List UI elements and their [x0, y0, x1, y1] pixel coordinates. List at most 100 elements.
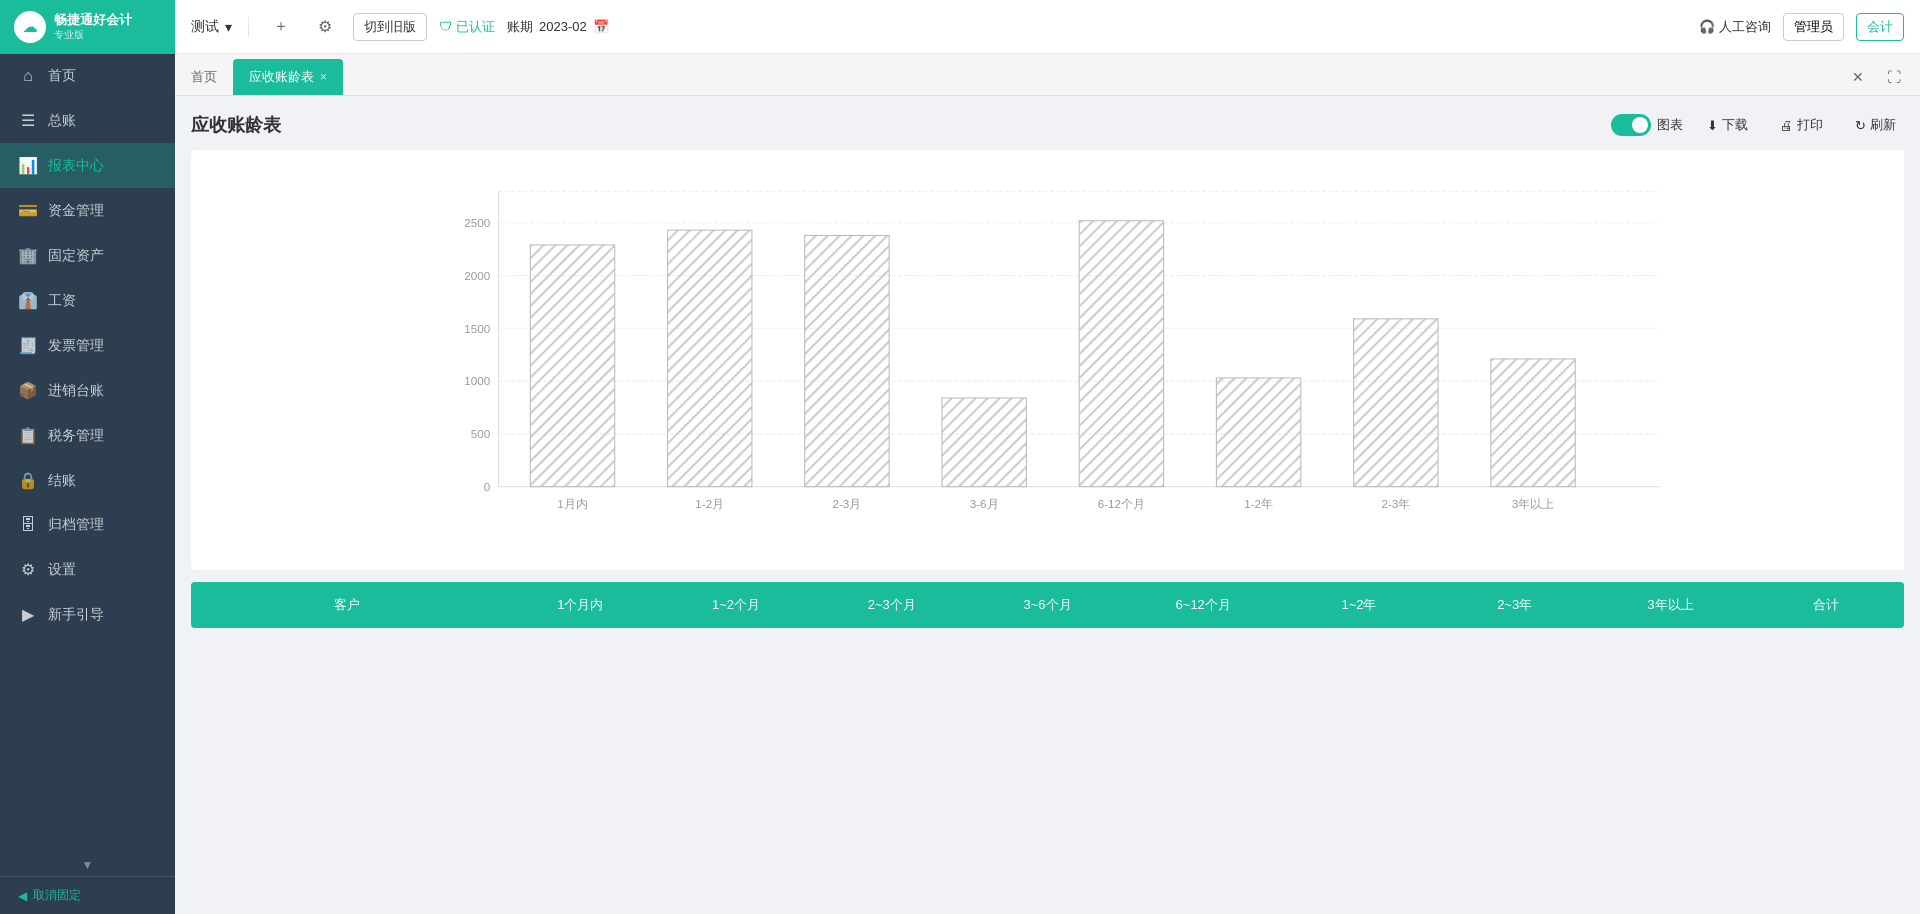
svg-text:1月内: 1月内 — [557, 497, 587, 510]
bar-1-2年 — [1216, 378, 1300, 487]
svg-text:6-12个月: 6-12个月 — [1098, 497, 1145, 510]
tabbar: 首页 应收账龄表 × ✕ ⛶ — [175, 54, 1920, 96]
nav-icon-funds: 💳 — [18, 201, 38, 220]
col-6-12month: 6~12个月 — [1125, 582, 1281, 628]
sidebar-logo: ☁ 畅捷通好会计 专业版 — [0, 0, 175, 54]
pin-icon: ◀ — [18, 889, 27, 903]
sidebar-item-home[interactable]: ⌂ 首页 — [0, 54, 175, 98]
col-1-2month: 1~2个月 — [658, 582, 814, 628]
bar-chart: 0 500 1000 1500 2000 2500 — [211, 170, 1884, 550]
sidebar-item-tax[interactable]: 📋 税务管理 — [0, 413, 175, 458]
svg-text:2-3月: 2-3月 — [833, 497, 862, 510]
sidebar-logo-text: 畅捷通好会计 专业版 — [54, 12, 132, 42]
sidebar-item-ledger[interactable]: ☰ 总账 — [0, 98, 175, 143]
svg-text:2500: 2500 — [464, 216, 490, 229]
print-label: 打印 — [1797, 116, 1823, 134]
headset-icon: 🎧 — [1699, 19, 1715, 34]
bar-2-3月 — [805, 235, 889, 486]
report-actions: 图表 ⬇ 下载 🖨 打印 ↻ 刷新 — [1611, 112, 1904, 138]
manager-button[interactable]: 管理员 — [1783, 13, 1844, 41]
nav-icon-settings: ⚙ — [18, 560, 38, 579]
nav-label-settings: 设置 — [48, 561, 76, 579]
nav-label-tax: 税务管理 — [48, 427, 104, 445]
bar-3年以上 — [1491, 359, 1575, 487]
verified-label: 已认证 — [456, 18, 495, 36]
period-value: 2023-02 — [539, 19, 587, 34]
role-button[interactable]: 会计 — [1856, 13, 1904, 41]
app-logo-icon: ☁ — [14, 11, 46, 43]
nav-icon-ledger: ☰ — [18, 111, 38, 130]
cancel-fixed-button[interactable]: ◀ 取消固定 — [0, 876, 175, 914]
main-content: 测试 ▾ ＋ ⚙ 切到旧版 🛡 已认证 账期 2023-02 📅 🎧 人工咨询 … — [175, 0, 1920, 914]
nav-icon-payroll: 👔 — [18, 291, 38, 310]
sidebar-item-settings[interactable]: ⚙ 设置 — [0, 547, 175, 592]
page-title: 应收账龄表 — [191, 113, 281, 137]
company-name: 测试 — [191, 18, 219, 36]
svg-text:1000: 1000 — [464, 374, 490, 387]
nav-label-reports: 报表中心 — [48, 157, 104, 175]
tab-home-label: 首页 — [191, 68, 217, 86]
sidebar-item-funds[interactable]: 💳 资金管理 — [0, 188, 175, 233]
tabbar-right: ✕ ⛶ — [1832, 59, 1920, 95]
nav-label-close: 结账 — [48, 472, 76, 490]
tab-close-icon[interactable]: × — [320, 71, 327, 83]
refresh-button[interactable]: ↻ 刷新 — [1847, 112, 1904, 138]
col-2-3year: 2~3年 — [1437, 582, 1593, 628]
col-3year-plus: 3年以上 — [1593, 582, 1749, 628]
tab-aging[interactable]: 应收账龄表 × — [233, 59, 343, 95]
nav-label-archive: 归档管理 — [48, 516, 104, 534]
switch-old-version-button[interactable]: 切到旧版 — [353, 13, 427, 41]
sidebar: ☁ 畅捷通好会计 专业版 ⌂ 首页 ☰ 总账 📊 报表中心 💳 资金管理 🏢固定资产👔工资🧾发票… — [0, 0, 175, 914]
svg-text:1500: 1500 — [464, 322, 490, 335]
nav-icon-archive: 🗄 — [18, 516, 38, 534]
col-total: 合计 — [1748, 582, 1904, 628]
sidebar-item-stock[interactable]: 📦进销台账 — [0, 368, 175, 413]
tab-close-window-icon[interactable]: ✕ — [1844, 63, 1872, 91]
sidebar-item-reports[interactable]: 📊 报表中心 — [0, 143, 175, 188]
settings-icon[interactable]: ⚙ — [309, 11, 341, 43]
sidebar-item-guide[interactable]: ▶新手引导 — [0, 592, 175, 637]
print-button[interactable]: 🖨 打印 — [1772, 112, 1831, 138]
bar-2-3年 — [1354, 319, 1438, 487]
tab-home[interactable]: 首页 — [175, 59, 233, 95]
tab-expand-icon[interactable]: ⛶ — [1880, 63, 1908, 91]
app-title: 畅捷通好会计 — [54, 12, 132, 28]
page-content: 应收账龄表 图表 ⬇ 下载 🖨 打印 ↻ 刷新 — [175, 96, 1920, 914]
help-label: 人工咨询 — [1719, 18, 1771, 36]
topbar: 测试 ▾ ＋ ⚙ 切到旧版 🛡 已认证 账期 2023-02 📅 🎧 人工咨询 … — [175, 0, 1920, 54]
download-button[interactable]: ⬇ 下载 — [1699, 112, 1756, 138]
app-subtitle: 专业版 — [54, 28, 132, 42]
nav-icon-home: ⌂ — [18, 67, 38, 85]
col-1-2year: 1~2年 — [1281, 582, 1437, 628]
sidebar-item-close[interactable]: 🔒结账 — [0, 458, 175, 503]
svg-text:2000: 2000 — [464, 269, 490, 282]
sidebar-item-invoice[interactable]: 🧾发票管理 — [0, 323, 175, 368]
add-button[interactable]: ＋ — [265, 11, 297, 43]
chart-toggle[interactable] — [1611, 114, 1651, 136]
sidebar-item-archive[interactable]: 🗄 归档管理 — [0, 503, 175, 547]
sidebar-item-payroll[interactable]: 👔工资 — [0, 278, 175, 323]
help-button[interactable]: 🎧 人工咨询 — [1699, 18, 1771, 36]
nav-label-guide: 新手引导 — [48, 606, 104, 624]
refresh-icon: ↻ — [1855, 118, 1866, 133]
chart-toggle-container: 图表 — [1611, 114, 1683, 136]
company-selector[interactable]: 测试 ▾ — [191, 18, 232, 36]
chart-toggle-label: 图表 — [1657, 116, 1683, 134]
nav-icon-reports: 📊 — [18, 156, 38, 175]
period-selector[interactable]: 账期 2023-02 📅 — [507, 18, 609, 36]
shield-icon: 🛡 — [439, 19, 452, 34]
topbar-divider1 — [248, 17, 249, 37]
data-table: 客户 1个月内 1~2个月 2~3个月 3~6个月 6~12个月 1~2年 2~… — [191, 582, 1904, 628]
nav-label-home: 首页 — [48, 67, 76, 85]
chart-area: 0 500 1000 1500 2000 2500 — [211, 170, 1884, 550]
nav-label-ledger: 总账 — [48, 112, 76, 130]
sidebar-item-assets[interactable]: 🏢固定资产 — [0, 233, 175, 278]
sidebar-nav: ⌂ 首页 ☰ 总账 📊 报表中心 💳 资金管理 🏢固定资产👔工资🧾发票管理📦进销台账 📋 税务管理 🔒… — [0, 54, 175, 854]
nav-label-assets: 固定资产 — [48, 247, 104, 265]
nav-label-funds: 资金管理 — [48, 202, 104, 220]
bar-1月内 — [530, 245, 614, 487]
nav-icon-tax: 📋 — [18, 426, 38, 445]
download-icon: ⬇ — [1707, 118, 1718, 133]
nav-label-stock: 进销台账 — [48, 382, 104, 400]
refresh-label: 刷新 — [1870, 116, 1896, 134]
